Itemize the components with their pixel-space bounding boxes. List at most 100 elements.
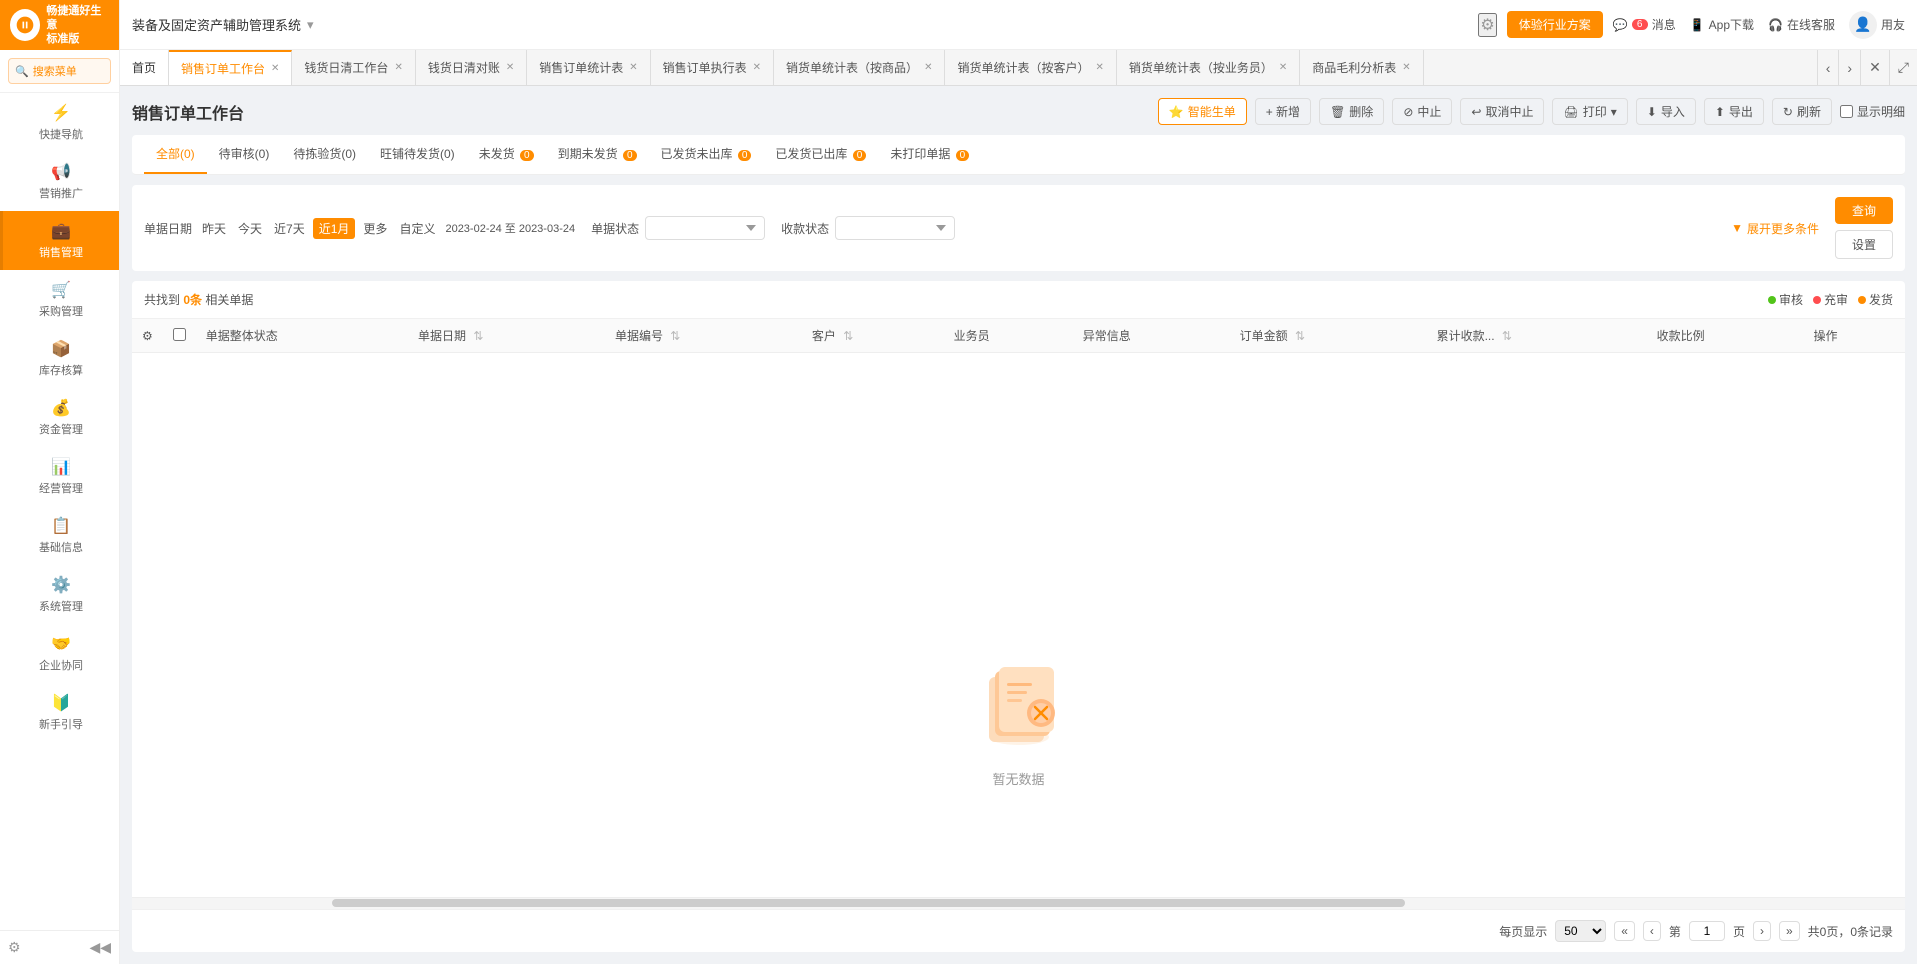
sidebar-search-area: 🔍 搜索菜单 xyxy=(0,50,119,93)
tab-home[interactable]: 首页 xyxy=(120,50,169,85)
date-today-btn[interactable]: 今天 xyxy=(234,218,266,239)
topbar-dropdown-arrow[interactable]: ▾ xyxy=(307,17,314,33)
tab-fullscreen-button[interactable]: ⤢ xyxy=(1889,50,1917,86)
review-action-button[interactable]: 审核 xyxy=(1768,291,1803,308)
tab-close-sales-stats-product[interactable]: ✕ xyxy=(924,62,932,73)
tab-sales-stats-by-customer[interactable]: 销货单统计表（按客户） ✕ xyxy=(945,50,1116,85)
expand-filter-button[interactable]: ▼ 展开更多条件 xyxy=(1731,220,1819,237)
smart-create-button[interactable]: ⭐ 智能生单 xyxy=(1158,98,1247,125)
filter-tab-not-shipped[interactable]: 未发货 0 xyxy=(467,135,546,174)
scrollbar-track[interactable] xyxy=(332,899,1405,907)
tab-close-sales-order-workbench[interactable]: ✕ xyxy=(271,63,279,74)
sidebar-item-operations[interactable]: 📊 经营管理 xyxy=(0,447,119,506)
tab-sales-stats-by-product[interactable]: 销货单统计表（按商品） ✕ xyxy=(774,50,945,85)
tab-close-sales-order-exec[interactable]: ✕ xyxy=(753,62,761,73)
search-menu-button[interactable]: 🔍 搜索菜单 xyxy=(8,58,111,84)
select-all-checkbox[interactable] xyxy=(173,328,186,341)
status-filter: 单据状态 xyxy=(591,216,765,240)
sidebar-item-basic-info[interactable]: 📋 基础信息 xyxy=(0,506,119,565)
tab-cash-daily-workbench[interactable]: 钱货日清工作台 ✕ xyxy=(292,50,415,85)
filter-tab-pending-inspection[interactable]: 待拣验货(0) xyxy=(281,135,368,174)
payment-select[interactable] xyxy=(835,216,955,240)
sidebar-item-quick-nav[interactable]: ⚡ 快捷导航 xyxy=(0,93,119,152)
tab-close-cash-reconciliation[interactable]: ✕ xyxy=(506,62,514,73)
tab-close-sales-stats-customer[interactable]: ✕ xyxy=(1095,62,1103,73)
sidebar-item-guide[interactable]: 🔰 新手引导 xyxy=(0,683,119,742)
page-number-input[interactable] xyxy=(1689,921,1725,941)
date-7days-btn[interactable]: 近7天 xyxy=(270,218,309,239)
filter-tab-shipped-out[interactable]: 已发货已出库 0 xyxy=(763,135,878,174)
sidebar-item-purchase[interactable]: 🛒 采购管理 xyxy=(0,270,119,329)
tab-close-sales-stats-staff[interactable]: ✕ xyxy=(1279,62,1287,73)
query-button[interactable]: 查询 xyxy=(1835,197,1893,224)
date-1month-btn[interactable]: 近1月 xyxy=(313,218,356,239)
status-select[interactable] xyxy=(645,216,765,240)
tab-next-button[interactable]: › xyxy=(1838,50,1860,86)
page-actions: ⭐ 智能生单 + 新增 🗑 删除 ⊘ 中止 ↩ 取消中止 xyxy=(1158,98,1905,125)
add-button[interactable]: + 新增 xyxy=(1255,98,1311,125)
first-page-button[interactable]: « xyxy=(1614,921,1635,941)
date-more-btn[interactable]: 更多 xyxy=(359,218,391,239)
settings-button[interactable]: 设置 xyxy=(1835,230,1893,259)
tab-cash-reconciliation[interactable]: 钱货日清对账 ✕ xyxy=(416,50,527,85)
filter-tab-wangpu-pending[interactable]: 旺铺待发货(0) xyxy=(368,135,467,174)
export-button[interactable]: ⬆ 导出 xyxy=(1704,98,1764,125)
tab-product-margin[interactable]: 商品毛利分析表 ✕ xyxy=(1300,50,1423,85)
refresh-button[interactable]: ↻ 刷新 xyxy=(1772,98,1832,125)
user-menu[interactable]: 👤 用友 xyxy=(1849,11,1905,39)
tab-prev-button[interactable]: ‹ xyxy=(1817,50,1839,86)
stop-button[interactable]: ⊘ 中止 xyxy=(1392,98,1452,125)
message-button[interactable]: 💬 6 消息 xyxy=(1613,16,1676,33)
filter-tab-overdue-not-shipped[interactable]: 到期未发货 0 xyxy=(546,135,649,174)
print-button[interactable]: 🖨 打印 ▾ xyxy=(1552,98,1627,125)
tab-sales-order-exec[interactable]: 销售订单执行表 ✕ xyxy=(651,50,774,85)
th-number[interactable]: 单据编号 ⇅ xyxy=(605,319,802,353)
sidebar-item-cooperation[interactable]: 🤝 企业协同 xyxy=(0,624,119,683)
sidebar-item-sales[interactable]: 💼 销售管理 xyxy=(0,211,119,270)
delete-button[interactable]: 🗑 删除 xyxy=(1319,98,1384,125)
last-page-button[interactable]: » xyxy=(1779,921,1800,941)
tab-sales-order-stats[interactable]: 销售订单统计表 ✕ xyxy=(527,50,650,85)
topbar-settings-button[interactable]: ⚙ xyxy=(1478,13,1496,37)
cancel-review-action-button[interactable]: 充审 xyxy=(1813,291,1848,308)
sidebar-item-marketing[interactable]: 📢 营销推广 xyxy=(0,152,119,211)
th-status: 单据整体状态 xyxy=(196,319,408,353)
prev-page-button[interactable]: ‹ xyxy=(1643,921,1661,941)
app-download-button[interactable]: 📱 App下载 xyxy=(1690,16,1754,33)
tab-sales-order-workbench[interactable]: 销售订单工作台 ✕ xyxy=(169,50,292,85)
import-button[interactable]: ⬇ 导入 xyxy=(1636,98,1696,125)
user-avatar: 👤 xyxy=(1849,11,1877,39)
tab-close-product-margin[interactable]: ✕ xyxy=(1402,62,1410,73)
th-customer[interactable]: 客户 ⇅ xyxy=(802,319,944,353)
th-collected[interactable]: 累计收款... ⇅ xyxy=(1427,319,1647,353)
show-detail-checkbox[interactable] xyxy=(1840,105,1853,118)
per-page-select[interactable]: 50 10 20 100 xyxy=(1555,920,1606,942)
filter-actions: 查询 设置 xyxy=(1835,197,1893,259)
th-date[interactable]: 单据日期 ⇅ xyxy=(408,319,605,353)
purchase-icon: 🛒 xyxy=(51,280,71,300)
filter-tab-pending-review[interactable]: 待审核(0) xyxy=(207,135,282,174)
sidebar-item-inventory[interactable]: 📦 库存核算 xyxy=(0,329,119,388)
sidebar-item-finance[interactable]: 💰 资金管理 xyxy=(0,388,119,447)
sidebar-item-system[interactable]: ⚙️ 系统管理 xyxy=(0,565,119,624)
cooperation-icon: 🤝 xyxy=(51,634,71,654)
filter-tab-not-printed[interactable]: 未打印单据 0 xyxy=(878,135,981,174)
ship-action-button[interactable]: 发货 xyxy=(1858,291,1893,308)
collapse-sidebar-button[interactable]: ◀◀ xyxy=(89,939,111,956)
solution-button[interactable]: 体验行业方案 xyxy=(1507,11,1603,38)
filter-tab-shipped-not-out[interactable]: 已发货未出库 0 xyxy=(649,135,764,174)
tab-sales-stats-by-staff[interactable]: 销货单统计表（按业务员） ✕ xyxy=(1117,50,1300,85)
online-service-button[interactable]: 🎧 在线客服 xyxy=(1768,16,1835,33)
date-custom-btn[interactable]: 自定义 xyxy=(395,218,439,239)
settings-bottom-button[interactable]: ⚙ xyxy=(8,939,21,956)
filter-tab-all[interactable]: 全部(0) xyxy=(144,135,207,174)
cancel-stop-button[interactable]: ↩ 取消中止 xyxy=(1460,98,1544,125)
date-yesterday-btn[interactable]: 昨天 xyxy=(198,218,230,239)
next-page-button[interactable]: › xyxy=(1753,921,1771,941)
tab-close-sales-order-stats[interactable]: ✕ xyxy=(629,62,637,73)
th-amount[interactable]: 订单金额 ⇅ xyxy=(1230,319,1427,353)
tab-close-cash-daily[interactable]: ✕ xyxy=(394,62,402,73)
tab-close-all-button[interactable]: ✕ xyxy=(1860,50,1889,86)
th-column-settings[interactable]: ⚙ xyxy=(132,319,163,353)
table-head: ⚙ 单据整体状态 单据日期 ⇅ xyxy=(132,319,1905,353)
